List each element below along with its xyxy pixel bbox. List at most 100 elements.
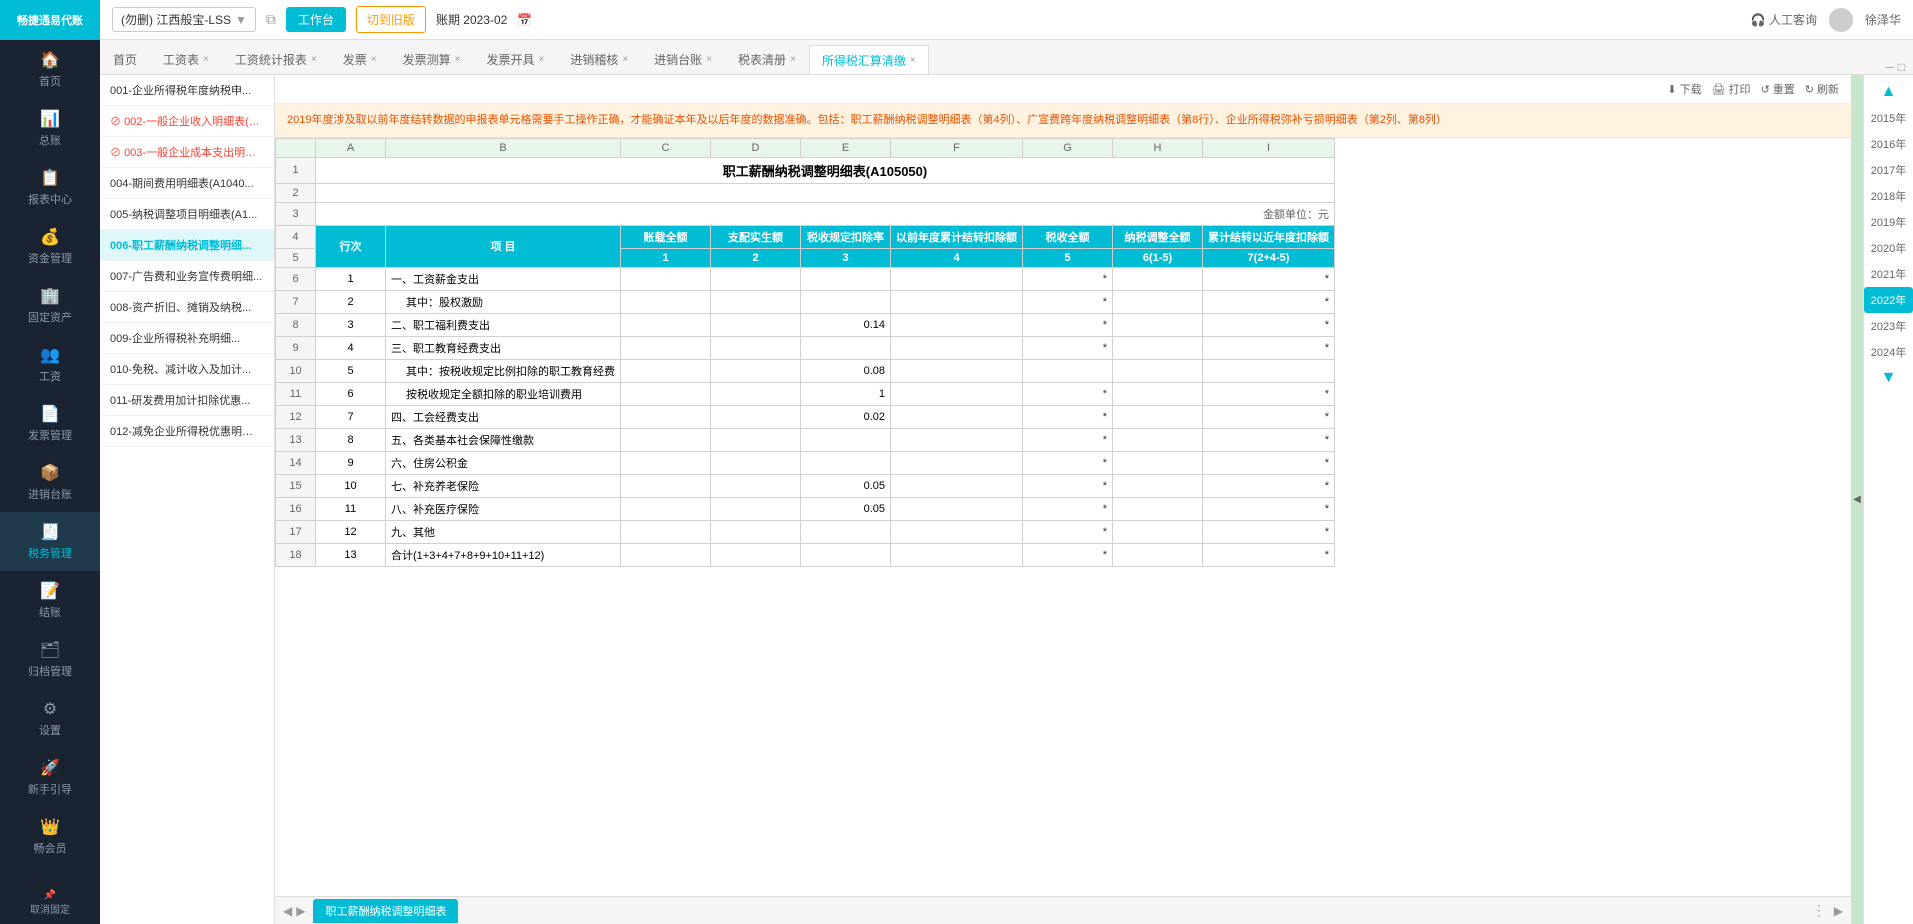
tab-invoice[interactable]: 发票 × [330, 44, 390, 74]
copy-icon[interactable]: ⧉ [266, 11, 276, 28]
left-panel: 001-企业所得税年度纳税申... ⊘ 002-一般企业收入明细表(A1... … [100, 75, 275, 924]
tab-close-invoice-calc[interactable]: × [455, 54, 461, 65]
download-btn[interactable]: ⬇ 下载 [1667, 81, 1701, 97]
year-2017[interactable]: 2017年 [1864, 157, 1913, 183]
sheet-nav-right[interactable]: ▶ [296, 904, 305, 918]
tab-close-audit[interactable]: × [622, 54, 628, 65]
sidebar-label-tax: 税务管理 [28, 545, 72, 561]
workbench-button[interactable]: 工作台 [286, 7, 346, 32]
cancel-fixed-btn[interactable]: 📌 取消固定 [0, 882, 100, 924]
sidebar-item-guide[interactable]: 🚀 新手引导 [0, 748, 100, 807]
tab-close-income-tax[interactable]: × [910, 55, 916, 66]
company-selector[interactable]: (勿删) 江西般宝-LSS ▼ [112, 7, 256, 32]
tab-invoice-calc[interactable]: 发票测算 × [390, 44, 474, 74]
year-2020[interactable]: 2020年 [1864, 235, 1913, 261]
user-avatar [1829, 8, 1853, 32]
sidebar-item-finance[interactable]: 💰 资金管理 [0, 217, 100, 276]
sheet-title: 职工薪酬纳税调整明细表(A105050) [316, 157, 1335, 183]
sidebar-item-ledger[interactable]: 📊 总账 [0, 99, 100, 158]
year-2016[interactable]: 2016年 [1864, 131, 1913, 157]
year-2019[interactable]: 2019年 [1864, 209, 1913, 235]
sheet-tab-salary[interactable]: 职工薪酬纳税调整明细表 [313, 899, 458, 923]
salary-icon: 👥 [40, 345, 60, 365]
year-2023[interactable]: 2023年 [1864, 313, 1913, 339]
tab-audit[interactable]: 进销稽核 × [557, 44, 641, 74]
year-nav-down[interactable]: ▼ [1877, 365, 1901, 391]
sidebar-item-settings[interactable]: ⚙ 设置 [0, 689, 100, 748]
tab-close-tax-book[interactable]: × [790, 54, 796, 65]
sidebar-item-archive[interactable]: 🗂 归档管理 [0, 630, 100, 689]
sidebar-label-home: 首页 [39, 73, 61, 89]
minimize-icon[interactable]: ─ [1885, 60, 1894, 74]
collapse-btn[interactable]: ◀ [1851, 75, 1863, 924]
print-btn[interactable]: 🖨 打印 [1712, 81, 1751, 97]
left-item-007[interactable]: 007-广告费和业务宣传费明细... [100, 261, 274, 292]
left-item-010[interactable]: 010-免税、减计收入及加计... [100, 354, 274, 385]
reset-btn[interactable]: ↺ 重置 [1761, 81, 1795, 97]
user-name: 徐泽华 [1865, 11, 1901, 28]
scroll-right-icon[interactable]: ▶ [1834, 904, 1843, 918]
tab-salary[interactable]: 工资表 × [150, 44, 222, 74]
sidebar-label-salary: 工资 [39, 368, 61, 384]
year-nav-up[interactable]: ▲ [1877, 79, 1901, 105]
sheet-nav-left[interactable]: ◀ [283, 904, 292, 918]
left-item-008[interactable]: 008-资产折旧、摊销及纳税... [100, 292, 274, 323]
content: 001-企业所得税年度纳税申... ⊘ 002-一般企业收入明细表(A1... … [100, 75, 1913, 924]
tab-close-salary-report[interactable]: × [311, 54, 317, 65]
sheet-more-icon[interactable]: ⋮ [1812, 902, 1826, 919]
sidebar-item-member[interactable]: 👑 畅会员 [0, 807, 100, 866]
left-item-004[interactable]: 004-期间费用明细表(A1040... [100, 168, 274, 199]
tab-close-stock-ledger[interactable]: × [706, 54, 712, 65]
sidebar-label-assets: 固定资产 [28, 309, 72, 325]
left-item-002[interactable]: ⊘ 002-一般企业收入明细表(A1... [100, 106, 274, 137]
refresh-btn[interactable]: ↻ 刷新 [1805, 81, 1839, 97]
sidebar-item-salary[interactable]: 👥 工资 [0, 335, 100, 394]
spreadsheet-table: A B C D E F G H I 1 职 [275, 138, 1335, 567]
year-2015[interactable]: 2015年 [1864, 105, 1913, 131]
tab-close-invoice-open[interactable]: × [538, 54, 544, 65]
left-item-012[interactable]: 012-减免企业所得税优惠明细(... [100, 416, 274, 447]
tab-invoice-open[interactable]: 发票开具 × [473, 44, 557, 74]
col-b: B [386, 138, 621, 157]
left-item-011[interactable]: 011-研发费用加计扣除优惠... [100, 385, 274, 416]
left-item-009[interactable]: 009-企业所得税补充明细... [100, 323, 274, 354]
refresh-icon: ↻ [1805, 83, 1814, 96]
year-2024[interactable]: 2024年 [1864, 339, 1913, 365]
sidebar-item-tax[interactable]: 🧾 税务管理 [0, 512, 100, 571]
tab-salary-report[interactable]: 工资统计报表 × [222, 44, 330, 74]
tab-close-invoice[interactable]: × [371, 54, 377, 65]
left-item-006[interactable]: 006-职工薪酬纳税调整明细... [100, 230, 274, 261]
spreadsheet-area: ⬇ 下载 🖨 打印 ↺ 重置 ↻ 刷新 2019年度涉及取以前年度结转数据的申报… [275, 75, 1851, 924]
year-2018[interactable]: 2018年 [1864, 183, 1913, 209]
year-2022[interactable]: 2022年 [1864, 287, 1913, 313]
toolbar-row: ⬇ 下载 🖨 打印 ↺ 重置 ↻ 刷新 [275, 75, 1851, 104]
left-item-001[interactable]: 001-企业所得税年度纳税申... [100, 75, 274, 106]
tab-close-salary[interactable]: × [203, 54, 209, 65]
left-item-003[interactable]: ⊘ 003-一般企业成本支出明细... [100, 137, 274, 168]
tab-stock-ledger[interactable]: 进销台账 × [641, 44, 725, 74]
sidebar-item-home[interactable]: 🏠 首页 [0, 40, 100, 99]
sidebar-item-reports[interactable]: 📋 报表中心 [0, 158, 100, 217]
service-btn[interactable]: 🎧 人工客询 [1751, 11, 1817, 28]
sidebar-item-stock[interactable]: 📦 进销台账 [0, 453, 100, 512]
tabbar: 首页 工资表 × 工资统计报表 × 发票 × 发票测算 × 发票开具 × 进销稽… [100, 40, 1913, 75]
table-container[interactable]: A B C D E F G H I 1 职 [275, 138, 1851, 897]
col-empty [276, 138, 316, 157]
left-item-005[interactable]: 005-纳税调整项目明细表(A1... [100, 199, 274, 230]
year-2021[interactable]: 2021年 [1864, 261, 1913, 287]
sidebar-item-invoice[interactable]: 📄 发票管理 [0, 394, 100, 453]
archive-icon: 🗂 [40, 640, 60, 660]
tab-tax-book[interactable]: 税表清册 × [725, 44, 809, 74]
switch-btn[interactable]: 切到旧版 [356, 6, 426, 33]
reports-icon: 📋 [40, 168, 60, 188]
period-calendar-icon[interactable]: 📅 [517, 13, 532, 27]
maximize-icon[interactable]: □ [1898, 60, 1905, 74]
table-row: 18 13 合计(1+3+4+7+8+9+10+11+12) * * [276, 543, 1335, 566]
col-i: I [1203, 138, 1335, 157]
header-c5: 税收全额 [1023, 225, 1113, 248]
sidebar-item-closing[interactable]: 📝 结账 [0, 571, 100, 630]
tab-home[interactable]: 首页 [100, 44, 150, 74]
guide-icon: 🚀 [40, 758, 60, 778]
tab-income-tax[interactable]: 所得税汇算清缴 × [809, 45, 929, 75]
sidebar-item-assets[interactable]: 🏢 固定资产 [0, 276, 100, 335]
